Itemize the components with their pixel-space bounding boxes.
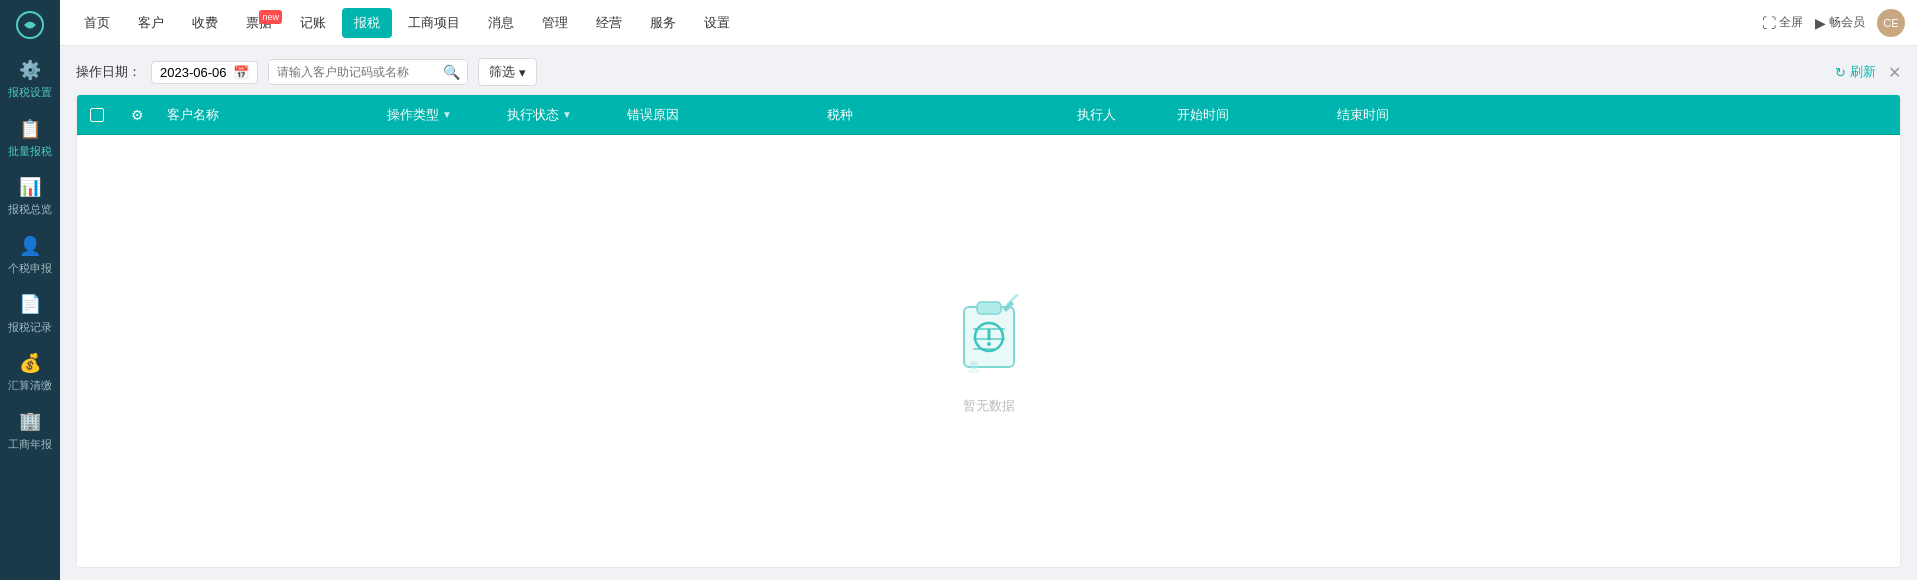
member-button[interactable]: ▶ 畅会员 (1815, 14, 1865, 31)
th-client-name: 客户名称 (157, 98, 377, 132)
avatar[interactable]: CE (1877, 9, 1905, 37)
th-error-reason: 错误原因 (617, 98, 817, 132)
nav-item-piaojv[interactable]: 票据 new (234, 8, 284, 38)
sidebar-item-piliang-baoshui[interactable]: 📋 批量报税 (0, 109, 60, 168)
date-input[interactable]: 2023-06-06 📅 (151, 61, 258, 84)
page-area: 操作日期： 2023-06-06 📅 🔍 筛选 ▾ ↻ 刷新 (60, 46, 1917, 580)
topnav-items: 首页 客户 收费 票据 new 记账 报税 工商项目 消息 管理 经营 服务 设… (72, 8, 1762, 38)
th-settings[interactable]: ⚙ (117, 99, 157, 131)
fullscreen-icon: ⛶ (1762, 15, 1776, 31)
nav-item-shouye[interactable]: 首页 (72, 8, 122, 38)
gongshang-nianbao-icon: 🏢 (19, 409, 41, 434)
sidebar: ⚙️ 报税设置 📋 批量报税 📊 报税总览 👤 个税申报 📄 报税记录 💰 汇算… (0, 0, 60, 580)
th-operation-type[interactable]: 操作类型 ▼ (377, 98, 497, 132)
main-area: 首页 客户 收费 票据 new 记账 报税 工商项目 消息 管理 经营 服务 设… (60, 0, 1917, 580)
date-value: 2023-06-06 (160, 65, 227, 80)
toolbar-right: ↻ 刷新 ✕ (1835, 63, 1901, 82)
nav-item-fuwu[interactable]: 服务 (638, 8, 688, 38)
baoshui-jilu-icon: 📄 (19, 292, 41, 317)
fullscreen-button[interactable]: ⛶ 全屏 (1762, 14, 1803, 31)
nav-item-jingying[interactable]: 经营 (584, 8, 634, 38)
sidebar-item-huisuan-jiaona[interactable]: 💰 汇算清缴 (0, 343, 60, 402)
nav-item-shezhi[interactable]: 设置 (692, 8, 742, 38)
th-start-time: 开始时间 (1167, 98, 1327, 132)
toolbar: 操作日期： 2023-06-06 📅 🔍 筛选 ▾ ↻ 刷新 (76, 58, 1901, 86)
sort-icon-operation: ▼ (442, 109, 452, 120)
nav-item-jizhang[interactable]: 记账 (288, 8, 338, 38)
nav-item-xiaoxi[interactable]: 消息 (476, 8, 526, 38)
empty-text: 暂无数据 (963, 397, 1015, 415)
content: 操作日期： 2023-06-06 📅 🔍 筛选 ▾ ↻ 刷新 (60, 46, 1917, 580)
select-all-checkbox[interactable] (90, 108, 104, 122)
topnav: 首页 客户 收费 票据 new 记账 报税 工商项目 消息 管理 经营 服务 设… (60, 0, 1917, 46)
th-exec-status[interactable]: 执行状态 ▼ (497, 98, 617, 132)
nav-item-shoufe[interactable]: 收费 (180, 8, 230, 38)
refresh-button[interactable]: ↻ 刷新 (1835, 63, 1876, 81)
th-checkbox[interactable] (77, 100, 117, 130)
th-end-time: 结束时间 (1327, 98, 1457, 132)
svg-rect-2 (977, 302, 1001, 314)
geshuisheibao-icon: 👤 (19, 234, 41, 259)
new-badge: new (259, 10, 282, 24)
settings-icon: ⚙ (131, 107, 144, 123)
nav-item-kehu[interactable]: 客户 (126, 8, 176, 38)
search-input[interactable] (269, 61, 435, 83)
sidebar-item-baoshui-shezhi[interactable]: ⚙️ 报税设置 (0, 50, 60, 109)
sidebar-item-gongshang-nianbao[interactable]: 🏢 工商年报 (0, 401, 60, 460)
search-box[interactable]: 🔍 (268, 59, 468, 85)
member-icon: ▶ (1815, 15, 1826, 31)
sidebar-item-baoshui-zonglam[interactable]: 📊 报税总览 (0, 167, 60, 226)
filter-button[interactable]: 筛选 ▾ (478, 58, 537, 86)
sidebar-logo (0, 0, 60, 50)
date-label: 操作日期： (76, 63, 141, 81)
chevron-down-icon: ▾ (519, 65, 526, 80)
th-executor: 执行人 (1067, 98, 1167, 132)
sidebar-item-baoshui-jilu[interactable]: 📄 报税记录 (0, 284, 60, 343)
table-container: ⚙ 客户名称 操作类型 ▼ 执行状态 ▼ 错误原因 (76, 94, 1901, 568)
empty-state: 暂无数据 (77, 135, 1900, 567)
nav-item-gongshang-xiangmu[interactable]: 工商项目 (396, 8, 472, 38)
calendar-icon: 📅 (233, 65, 249, 80)
refresh-icon: ↻ (1835, 65, 1846, 80)
sort-icon-status: ▼ (562, 109, 572, 120)
th-tax-type: 税种 (817, 98, 1067, 132)
close-button[interactable]: ✕ (1888, 63, 1901, 82)
sidebar-item-geshuisheibao[interactable]: 👤 个税申报 (0, 226, 60, 285)
huisuan-jiaona-icon: 💰 (19, 351, 41, 376)
svg-point-12 (968, 369, 980, 373)
nav-item-baoshui[interactable]: 报税 (342, 8, 392, 38)
nav-item-guanli[interactable]: 管理 (530, 8, 580, 38)
search-button[interactable]: 🔍 (435, 60, 468, 84)
svg-point-11 (970, 361, 978, 369)
empty-illustration (939, 287, 1039, 387)
topnav-right: ⛶ 全屏 ▶ 畅会员 CE (1762, 9, 1905, 37)
baoshui-zonglam-icon: 📊 (19, 175, 41, 200)
svg-point-8 (987, 342, 991, 346)
table-header: ⚙ 客户名称 操作类型 ▼ 执行状态 ▼ 错误原因 (77, 95, 1900, 135)
piliang-baoshui-icon: 📋 (19, 117, 41, 142)
baoshui-shezhi-icon: ⚙️ (19, 58, 41, 83)
